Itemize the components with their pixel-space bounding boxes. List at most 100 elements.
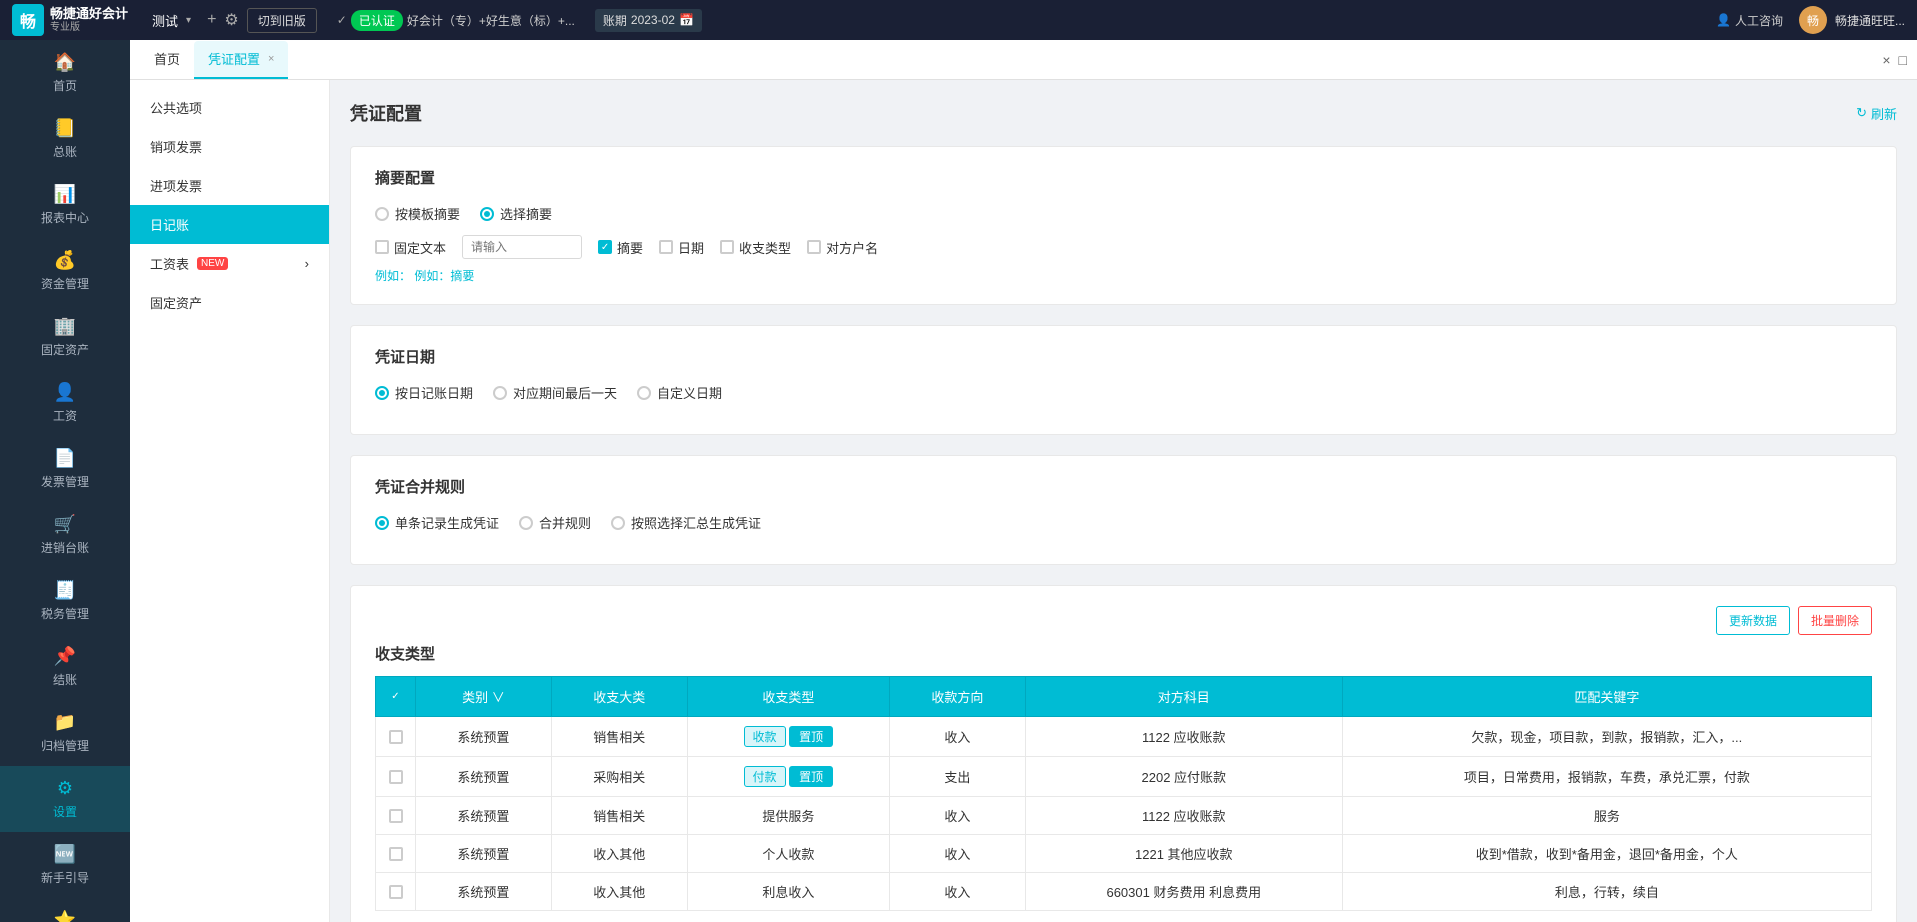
tab-home-label: 首页 <box>154 49 180 68</box>
reset-btn-1[interactable]: 置顶 <box>789 726 833 747</box>
payroll-arrow-icon: › <box>305 256 309 271</box>
leftnav-item-journal[interactable]: 日记账 <box>130 205 329 244</box>
row3-checkbox[interactable] <box>389 809 403 823</box>
row5-checkbox[interactable] <box>389 885 403 899</box>
batch-delete-button[interactable]: 批量删除 <box>1798 606 1872 635</box>
sidebar-item-ledger[interactable]: 📒 总账 <box>0 106 130 172</box>
date-radio-custom[interactable]: 自定义日期 <box>637 383 722 402</box>
update-data-button[interactable]: 更新数据 <box>1716 606 1790 635</box>
sidebar-label-settings: 设置 <box>53 803 77 820</box>
date-radio-group: 按日记账日期 对应期间最后一天 自定义日期 <box>375 383 1872 402</box>
summary-radio-select[interactable]: 选择摘要 <box>480 204 552 223</box>
logo-main-text: 畅捷通好会计 <box>50 6 128 22</box>
summary-radio-template[interactable]: 按模板摘要 <box>375 204 460 223</box>
checkbox-fixed-text[interactable]: 固定文本 <box>375 238 446 257</box>
td-category-4: 系统预置 <box>416 835 552 873</box>
calendar-icon[interactable]: 📅 <box>679 13 694 27</box>
row4-checkbox[interactable] <box>389 847 403 861</box>
date-radio-period-last[interactable]: 对应期间最后一天 <box>493 383 617 402</box>
main-content: 凭证配置 ↻ 刷新 摘要配置 <box>330 80 1917 922</box>
sidebar-label-funds: 资金管理 <box>41 275 89 292</box>
add-icon[interactable]: + <box>207 11 216 29</box>
type-tag-2: 付款 <box>744 766 786 787</box>
td-direction-1: 收入 <box>889 717 1025 757</box>
td-account-5: 660301 财务费用 利息费用 <box>1025 873 1342 911</box>
row2-checkbox[interactable] <box>389 770 403 784</box>
td-big-cat-1: 销售相关 <box>551 717 687 757</box>
date-checkbox <box>659 240 673 254</box>
sidebar-item-home[interactable]: 🏠 首页 <box>0 40 130 106</box>
sidebar-item-invoice[interactable]: 📄 发票管理 <box>0 436 130 502</box>
checkbox-counterparty[interactable]: 对方户名 <box>807 238 878 257</box>
checkbox-date[interactable]: 日期 <box>659 238 704 257</box>
sidebar-item-funds[interactable]: 💰 资金管理 <box>0 238 130 304</box>
leftnav-item-payroll[interactable]: 工资表 NEW › <box>130 244 329 283</box>
period-last-circle <box>493 386 507 400</box>
support-button[interactable]: 👤 人工咨询 <box>1716 12 1783 29</box>
app-container: 畅 畅捷通好会计 专业版 测试 ▾ + ⚙ 切到旧版 ✓ 已认证 好会计（专）+… <box>0 0 1917 922</box>
sidebar-item-reports[interactable]: 📊 报表中心 <box>0 172 130 238</box>
old-version-button[interactable]: 切到旧版 <box>247 8 317 33</box>
leftnav-item-sales-invoice[interactable]: 销项发票 <box>130 127 329 166</box>
date-radio-journal[interactable]: 按日记账日期 <box>375 383 473 402</box>
logo-icon: 畅 <box>12 4 44 36</box>
guide-icon: 🆕 <box>54 844 76 865</box>
tab-close-icon[interactable]: × <box>268 53 274 65</box>
leftnav-item-public[interactable]: 公共选项 <box>130 88 329 127</box>
leftnav-item-purchase-invoice[interactable]: 进项发票 <box>130 166 329 205</box>
refresh-button[interactable]: ↻ 刷新 <box>1856 104 1897 123</box>
logo-text: 畅捷通好会计 专业版 <box>50 6 128 34</box>
td-checkbox-5 <box>376 873 416 911</box>
income-section: 更新数据 批量删除 收支类型 ✓ 类别 <box>350 585 1897 922</box>
left-nav: 公共选项 销项发票 进项发票 日记账 工资表 <box>130 80 330 922</box>
td-account-3: 1122 应收账款 <box>1025 797 1342 835</box>
select-all-checkbox[interactable]: ✓ <box>389 690 403 704</box>
settings-icon[interactable]: ⚙ <box>224 10 238 30</box>
page-body: 公共选项 销项发票 进项发票 日记账 工资表 <box>130 80 1917 922</box>
merge-section-title: 凭证合并规则 <box>375 476 1872 497</box>
td-direction-4: 收入 <box>889 835 1025 873</box>
td-type-1: 收款 置顶 <box>687 717 889 757</box>
merge-radio-summary[interactable]: 按照选择汇总生成凭证 <box>611 513 761 532</box>
checkbox-summary[interactable]: ✓ 摘要 <box>598 238 643 257</box>
salary-icon: 👤 <box>54 382 76 403</box>
certified-badge: 已认证 <box>351 10 403 31</box>
sidebar-label-salary: 工资 <box>53 407 77 424</box>
tab-active-label: 凭证配置 <box>208 49 260 68</box>
company-dropdown-icon[interactable]: ▾ <box>186 15 191 26</box>
checkbox-income-type[interactable]: 收支类型 <box>720 238 791 257</box>
sidebar-item-close[interactable]: 📌 结账 <box>0 634 130 700</box>
sidebar-item-settings[interactable]: ⚙ 设置 <box>0 766 130 832</box>
td-direction-5: 收入 <box>889 873 1025 911</box>
maximize-window-button[interactable]: □ <box>1899 52 1907 68</box>
counterparty-label: 对方户名 <box>826 238 878 257</box>
sidebar-item-archive[interactable]: 📁 归档管理 <box>0 700 130 766</box>
sidebar-item-assets[interactable]: 🏢 固定资产 <box>0 304 130 370</box>
fixed-text-checkbox <box>375 240 389 254</box>
merge-radio-rules[interactable]: 合并规则 <box>519 513 591 532</box>
td-direction-2: 支出 <box>889 757 1025 797</box>
close-window-button[interactable]: × <box>1882 52 1890 68</box>
sidebar-item-tax[interactable]: 🧾 税务管理 <box>0 568 130 634</box>
merge-radio-single[interactable]: 单条记录生成凭证 <box>375 513 499 532</box>
sidebar-label-ledger: 总账 <box>53 143 77 160</box>
invoice-icon: 📄 <box>54 448 76 469</box>
custom-date-circle <box>637 386 651 400</box>
example-text: 例如： 例如：摘要 <box>375 267 1872 284</box>
table-header: ✓ 类别 ∨ 收支大类 收支类型 收款方向 对方科目 匹配关键字 <box>376 677 1872 717</box>
sidebar-item-trade[interactable]: 🛒 进销台账 <box>0 502 130 568</box>
example-value: 例如：摘要 <box>414 269 474 283</box>
trade-icon: 🛒 <box>54 514 76 535</box>
td-keywords-2: 项目，日常费用，报销款，车费，承兑汇票，付款 <box>1342 757 1871 797</box>
summary-checkbox: ✓ <box>598 240 612 254</box>
sidebar-item-salary[interactable]: 👤 工资 <box>0 370 130 436</box>
reset-btn-2[interactable]: 置顶 <box>789 766 833 787</box>
sidebar-item-guide[interactable]: 🆕 新手引导 <box>0 832 130 898</box>
logo-area: 畅 畅捷通好会计 专业版 <box>12 4 128 36</box>
leftnav-item-fixed-assets[interactable]: 固定资产 <box>130 283 329 322</box>
row1-checkbox[interactable] <box>389 730 403 744</box>
fixed-text-input[interactable] <box>462 235 582 259</box>
tab-voucher-config[interactable]: 凭证配置 × <box>194 41 288 79</box>
sidebar-item-member[interactable]: ⭐ 畅会员 <box>0 898 130 922</box>
tab-home[interactable]: 首页 <box>140 41 194 79</box>
